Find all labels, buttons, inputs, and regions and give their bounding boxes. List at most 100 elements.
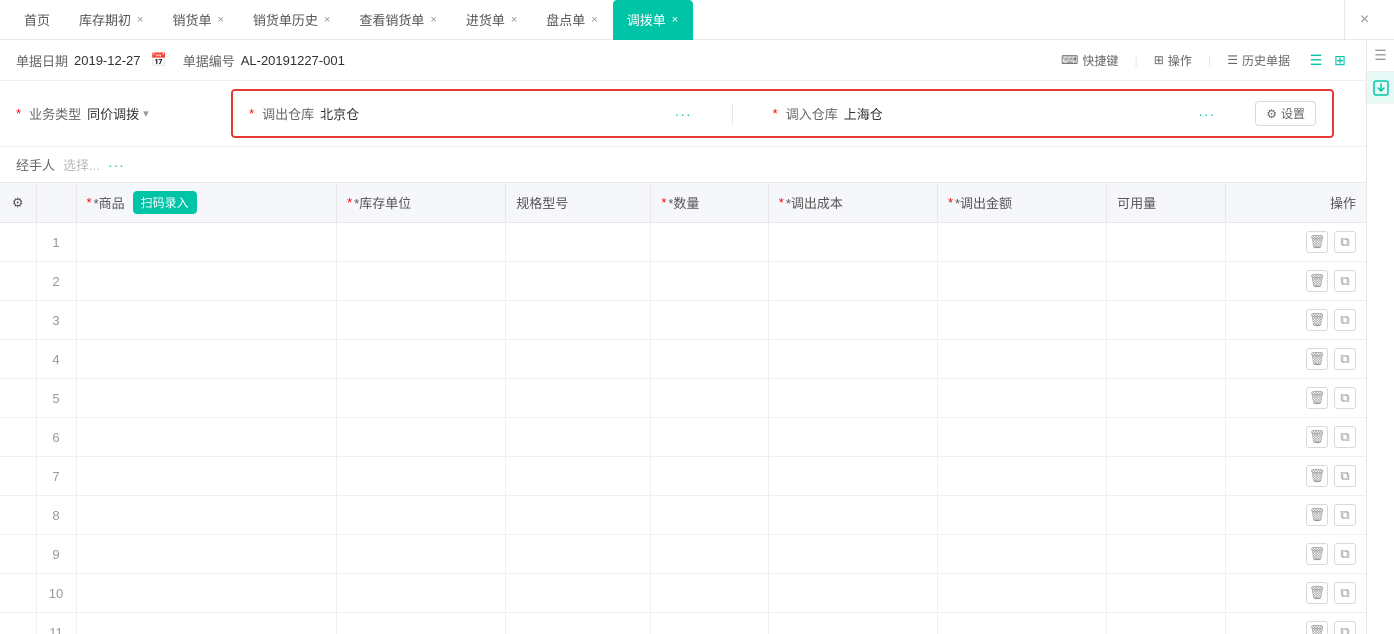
tab-close-view-sales[interactable]: × bbox=[430, 14, 436, 26]
row-unit-cell[interactable] bbox=[337, 379, 506, 418]
row-cost-cell[interactable] bbox=[768, 340, 937, 379]
delete-icon[interactable]: 🗑 bbox=[1306, 270, 1328, 292]
tab-close-sales-history[interactable]: × bbox=[324, 14, 330, 26]
copy-icon[interactable]: ⧉ bbox=[1334, 543, 1356, 565]
delete-icon[interactable]: 🗑 bbox=[1306, 348, 1328, 370]
row-cost-cell[interactable] bbox=[768, 223, 937, 262]
tab-view-sales[interactable]: 查看销货单 × bbox=[345, 0, 451, 40]
row-unit-cell[interactable] bbox=[337, 223, 506, 262]
row-product-cell[interactable] bbox=[76, 379, 337, 418]
shortcuts-button[interactable]: ⌨ 快捷键 bbox=[1061, 52, 1118, 69]
row-amount-cell[interactable] bbox=[937, 496, 1106, 535]
row-cost-cell[interactable] bbox=[768, 574, 937, 613]
row-spec-cell[interactable] bbox=[506, 457, 651, 496]
handler-more-button[interactable]: ··· bbox=[108, 157, 125, 173]
delete-icon[interactable]: 🗑 bbox=[1306, 465, 1328, 487]
row-cost-cell[interactable] bbox=[768, 418, 937, 457]
row-qty-cell[interactable] bbox=[651, 574, 768, 613]
tab-purchase-order[interactable]: 进货单 × bbox=[452, 0, 532, 40]
in-warehouse-more-button[interactable]: ··· bbox=[1198, 106, 1215, 122]
row-amount-cell[interactable] bbox=[937, 535, 1106, 574]
row-qty-cell[interactable] bbox=[651, 379, 768, 418]
row-spec-cell[interactable] bbox=[506, 535, 651, 574]
row-unit-cell[interactable] bbox=[337, 301, 506, 340]
row-amount-cell[interactable] bbox=[937, 262, 1106, 301]
row-spec-cell[interactable] bbox=[506, 418, 651, 457]
row-qty-cell[interactable] bbox=[651, 457, 768, 496]
tab-stocktake[interactable]: 盘点单 × bbox=[532, 0, 612, 40]
row-unit-cell[interactable] bbox=[337, 340, 506, 379]
delete-icon[interactable]: 🗑 bbox=[1306, 309, 1328, 331]
row-spec-cell[interactable] bbox=[506, 301, 651, 340]
row-amount-cell[interactable] bbox=[937, 340, 1106, 379]
row-amount-cell[interactable] bbox=[937, 418, 1106, 457]
row-product-cell[interactable] bbox=[76, 574, 337, 613]
row-cost-cell[interactable] bbox=[768, 613, 937, 634]
handler-input[interactable]: 选择... bbox=[63, 155, 100, 174]
delete-icon[interactable]: 🗑 bbox=[1306, 387, 1328, 409]
row-product-cell[interactable] bbox=[76, 535, 337, 574]
sidebar-export-icon[interactable] bbox=[1367, 72, 1394, 104]
tab-home[interactable]: 首页 bbox=[10, 0, 65, 40]
row-product-cell[interactable] bbox=[76, 613, 337, 634]
row-cost-cell[interactable] bbox=[768, 496, 937, 535]
row-product-cell[interactable] bbox=[76, 418, 337, 457]
row-qty-cell[interactable] bbox=[651, 340, 768, 379]
row-unit-cell[interactable] bbox=[337, 262, 506, 301]
row-unit-cell[interactable] bbox=[337, 418, 506, 457]
business-type-select[interactable]: 同价调拨 ▾ bbox=[87, 104, 207, 123]
row-amount-cell[interactable] bbox=[937, 574, 1106, 613]
row-qty-cell[interactable] bbox=[651, 535, 768, 574]
tab-sales-history[interactable]: 销货单历史 × bbox=[239, 0, 345, 40]
delete-icon[interactable]: 🗑 bbox=[1306, 543, 1328, 565]
list-view-icon[interactable]: ☰ bbox=[1306, 50, 1326, 70]
delete-icon[interactable]: 🗑 bbox=[1306, 504, 1328, 526]
tab-transfer[interactable]: 调拨单 × bbox=[613, 0, 693, 40]
row-amount-cell[interactable] bbox=[937, 301, 1106, 340]
copy-icon[interactable]: ⧉ bbox=[1334, 621, 1356, 634]
row-qty-cell[interactable] bbox=[651, 496, 768, 535]
row-spec-cell[interactable] bbox=[506, 340, 651, 379]
window-close-button[interactable]: × bbox=[1344, 0, 1384, 40]
row-amount-cell[interactable] bbox=[937, 613, 1106, 634]
tab-close-stocktake[interactable]: × bbox=[591, 14, 597, 26]
row-product-cell[interactable] bbox=[76, 457, 337, 496]
row-spec-cell[interactable] bbox=[506, 223, 651, 262]
row-unit-cell[interactable] bbox=[337, 457, 506, 496]
copy-icon[interactable]: ⧉ bbox=[1334, 582, 1356, 604]
row-cost-cell[interactable] bbox=[768, 301, 937, 340]
row-qty-cell[interactable] bbox=[651, 418, 768, 457]
copy-icon[interactable]: ⧉ bbox=[1334, 426, 1356, 448]
delete-icon[interactable]: 🗑 bbox=[1306, 426, 1328, 448]
row-unit-cell[interactable] bbox=[337, 535, 506, 574]
sidebar-list-icon[interactable]: ☰ bbox=[1367, 40, 1394, 72]
out-warehouse-more-button[interactable]: ··· bbox=[675, 106, 692, 122]
row-cost-cell[interactable] bbox=[768, 379, 937, 418]
tab-inventory-init[interactable]: 库存期初 × bbox=[65, 0, 158, 40]
row-qty-cell[interactable] bbox=[651, 262, 768, 301]
row-product-cell[interactable] bbox=[76, 301, 337, 340]
actions-button[interactable]: ⊞ 操作 bbox=[1154, 52, 1192, 69]
history-button[interactable]: ☰ 历史单据 bbox=[1227, 52, 1290, 69]
copy-icon[interactable]: ⧉ bbox=[1334, 348, 1356, 370]
scan-button[interactable]: 扫码录入 bbox=[133, 191, 197, 214]
copy-icon[interactable]: ⧉ bbox=[1334, 387, 1356, 409]
row-unit-cell[interactable] bbox=[337, 496, 506, 535]
copy-icon[interactable]: ⧉ bbox=[1334, 504, 1356, 526]
row-amount-cell[interactable] bbox=[937, 223, 1106, 262]
delete-icon[interactable]: 🗑 bbox=[1306, 582, 1328, 604]
row-unit-cell[interactable] bbox=[337, 574, 506, 613]
tab-close-sales-order[interactable]: × bbox=[217, 14, 223, 26]
row-spec-cell[interactable] bbox=[506, 262, 651, 301]
tab-sales-order[interactable]: 销货单 × bbox=[158, 0, 238, 40]
copy-icon[interactable]: ⧉ bbox=[1334, 465, 1356, 487]
row-cost-cell[interactable] bbox=[768, 457, 937, 496]
calendar-icon[interactable]: 📅 bbox=[151, 52, 167, 68]
row-cost-cell[interactable] bbox=[768, 535, 937, 574]
tab-close-inventory-init[interactable]: × bbox=[137, 14, 143, 26]
row-product-cell[interactable] bbox=[76, 223, 337, 262]
row-spec-cell[interactable] bbox=[506, 574, 651, 613]
copy-icon[interactable]: ⧉ bbox=[1334, 270, 1356, 292]
row-amount-cell[interactable] bbox=[937, 379, 1106, 418]
row-qty-cell[interactable] bbox=[651, 301, 768, 340]
